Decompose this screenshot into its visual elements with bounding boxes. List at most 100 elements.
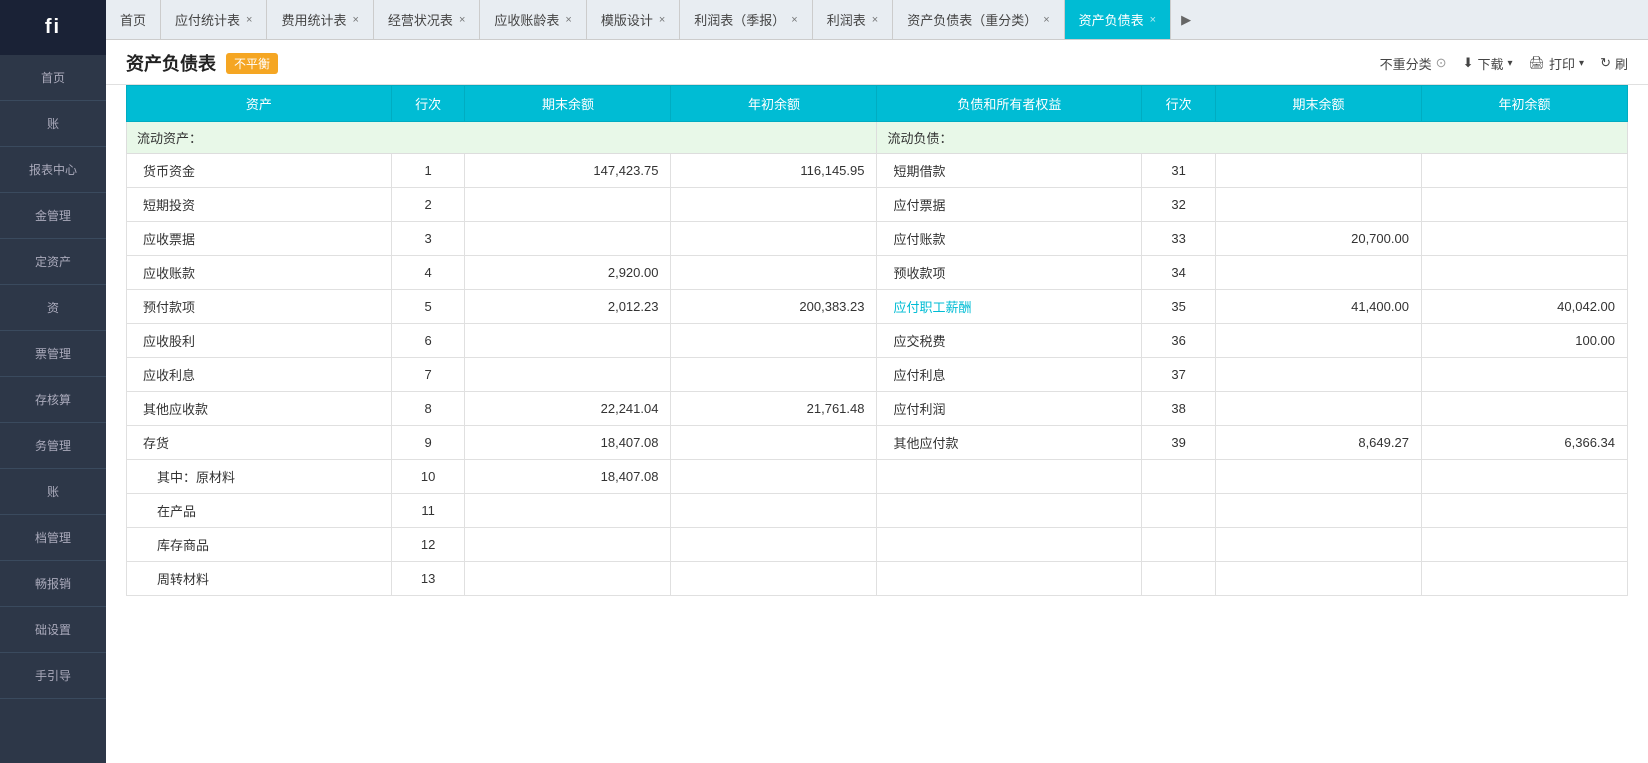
liability-begin-balance: 100.00	[1421, 324, 1627, 358]
asset-row-num: 5	[391, 290, 465, 324]
asset-end-balance: 2,920.00	[465, 256, 671, 290]
tab-close-profit[interactable]: ×	[872, 14, 878, 26]
asset-name: 应收票据	[127, 222, 392, 256]
liability-begin-balance	[1421, 392, 1627, 426]
asset-row-num: 1	[391, 154, 465, 188]
right-section-label: 流动负债：	[877, 122, 1628, 154]
liability-name: 短期借款	[877, 154, 1142, 188]
print-icon: 🖨	[1529, 55, 1546, 71]
classify-action[interactable]: 不重分类 ⊙	[1380, 54, 1447, 73]
sidebar-item-settings[interactable]: 础设置	[0, 607, 106, 653]
classify-help-icon[interactable]: ⊙	[1436, 55, 1447, 71]
tab-profit-quarterly[interactable]: 利润表（季报） ×	[680, 0, 812, 40]
sidebar-item-expense[interactable]: 畅报销	[0, 561, 106, 607]
liability-begin-balance	[1421, 562, 1627, 596]
liability-name: 其他应付款	[877, 426, 1142, 460]
liability-begin-balance: 40,042.00	[1421, 290, 1627, 324]
tab-scroll-right[interactable]: ▶	[1171, 12, 1201, 28]
liability-row-num: 35	[1142, 290, 1216, 324]
asset-row-num: 2	[391, 188, 465, 222]
tab-ap-summary[interactable]: 应付统计表 ×	[161, 0, 267, 40]
liability-name	[877, 562, 1142, 596]
print-action[interactable]: 🖨 打印 ▾	[1529, 54, 1585, 73]
tab-close-template-design[interactable]: ×	[659, 14, 665, 26]
sidebar: fi 首页 账 报表中心 金管理 定资产 资 票管理 存核算 务管理 账 档管理…	[0, 0, 106, 763]
sidebar-item-capital[interactable]: 资	[0, 285, 106, 331]
tab-home[interactable]: 首页	[106, 0, 161, 40]
tab-balance-reclassified[interactable]: 资产负债表（重分类） ×	[893, 0, 1064, 40]
tab-business-status[interactable]: 经营状况表 ×	[374, 0, 480, 40]
asset-begin-balance	[671, 222, 877, 256]
liability-end-balance	[1215, 154, 1421, 188]
tab-close-profit-quarterly[interactable]: ×	[791, 14, 797, 26]
sidebar-item-guide[interactable]: 手引导	[0, 653, 106, 699]
liability-end-balance	[1215, 392, 1421, 426]
section-current-assets: 流动资产： 流动负债：	[127, 122, 1628, 154]
asset-name: 周转材料	[127, 562, 392, 596]
asset-row-num: 9	[391, 426, 465, 460]
tab-close-ar-aging[interactable]: ×	[565, 14, 571, 26]
download-chevron-icon[interactable]: ▾	[1507, 58, 1512, 69]
asset-begin-balance	[671, 528, 877, 562]
sidebar-item-home[interactable]: 首页	[0, 55, 106, 101]
col-header-begin-right: 年初余额	[1421, 86, 1627, 122]
asset-row-num: 10	[391, 460, 465, 494]
print-chevron-icon[interactable]: ▾	[1579, 58, 1584, 69]
asset-row-num: 6	[391, 324, 465, 358]
sidebar-item-files[interactable]: 档管理	[0, 515, 106, 561]
sidebar-item-business[interactable]: 务管理	[0, 423, 106, 469]
tab-close-expense-summary[interactable]: ×	[352, 14, 358, 26]
liability-end-balance	[1215, 358, 1421, 392]
liability-end-balance: 41,400.00	[1215, 290, 1421, 324]
sidebar-item-finance[interactable]: 金管理	[0, 193, 106, 239]
tab-close-balance-sheet[interactable]: ×	[1150, 14, 1156, 26]
tab-profit[interactable]: 利润表 ×	[813, 0, 893, 40]
asset-end-balance	[465, 562, 671, 596]
liability-name: 应付票据	[877, 188, 1142, 222]
tab-ar-aging[interactable]: 应收账龄表 ×	[480, 0, 586, 40]
tab-template-design[interactable]: 模版设计 ×	[587, 0, 680, 40]
tab-close-balance-reclassified[interactable]: ×	[1043, 14, 1049, 26]
sidebar-item-inventory[interactable]: 存核算	[0, 377, 106, 423]
download-action[interactable]: ⬇ 下载 ▾	[1463, 54, 1513, 73]
page-title: 资产负债表	[126, 50, 216, 76]
liability-name: 应付职工薪酬	[877, 290, 1142, 324]
tab-expense-summary[interactable]: 费用统计表 ×	[267, 0, 373, 40]
col-header-begin-left: 年初余额	[671, 86, 877, 122]
liability-begin-balance	[1421, 222, 1627, 256]
refresh-action[interactable]: ↻ 刷	[1600, 54, 1628, 73]
asset-name: 其他应收款	[127, 392, 392, 426]
asset-end-balance	[465, 324, 671, 358]
tab-close-business-status[interactable]: ×	[459, 14, 465, 26]
sidebar-item-reports[interactable]: 报表中心	[0, 147, 106, 193]
main-content: 首页 应付统计表 × 费用统计表 × 经营状况表 × 应收账龄表 × 模版设计 …	[106, 0, 1648, 763]
liability-row-num: 39	[1142, 426, 1216, 460]
download-icon: ⬇	[1463, 55, 1474, 71]
liability-begin-balance	[1421, 460, 1627, 494]
refresh-icon: ↻	[1600, 55, 1611, 71]
tab-close-ap-summary[interactable]: ×	[246, 14, 252, 26]
col-header-row-left: 行次	[391, 86, 465, 122]
liability-end-balance	[1215, 460, 1421, 494]
asset-end-balance	[465, 494, 671, 528]
col-header-liability: 负债和所有者权益	[877, 86, 1142, 122]
page-header: 资产负债表 不平衡 不重分类 ⊙ ⬇ 下载 ▾ 🖨 打印 ▾ ↻ 刷	[106, 40, 1648, 85]
table-row: 其他应收款 8 22,241.04 21,761.48 应付利润 38	[127, 392, 1628, 426]
asset-end-balance	[465, 358, 671, 392]
sidebar-item-ledger[interactable]: 账	[0, 469, 106, 515]
asset-name: 其中：原材料	[127, 460, 392, 494]
tab-balance-sheet[interactable]: 资产负债表 ×	[1065, 0, 1171, 40]
sidebar-item-account[interactable]: 账	[0, 101, 106, 147]
asset-row-num: 13	[391, 562, 465, 596]
table-row: 预付款项 5 2,012.23 200,383.23 应付职工薪酬 35 41,…	[127, 290, 1628, 324]
liability-row-num: 36	[1142, 324, 1216, 358]
liability-begin-balance	[1421, 528, 1627, 562]
liability-row-num: 31	[1142, 154, 1216, 188]
col-header-asset: 资产	[127, 86, 392, 122]
asset-begin-balance	[671, 494, 877, 528]
sidebar-item-assets[interactable]: 定资产	[0, 239, 106, 285]
sidebar-item-tickets[interactable]: 票管理	[0, 331, 106, 377]
asset-begin-balance: 21,761.48	[671, 392, 877, 426]
tab-bar: 首页 应付统计表 × 费用统计表 × 经营状况表 × 应收账龄表 × 模版设计 …	[106, 0, 1648, 40]
table-row: 应收利息 7 应付利息 37	[127, 358, 1628, 392]
